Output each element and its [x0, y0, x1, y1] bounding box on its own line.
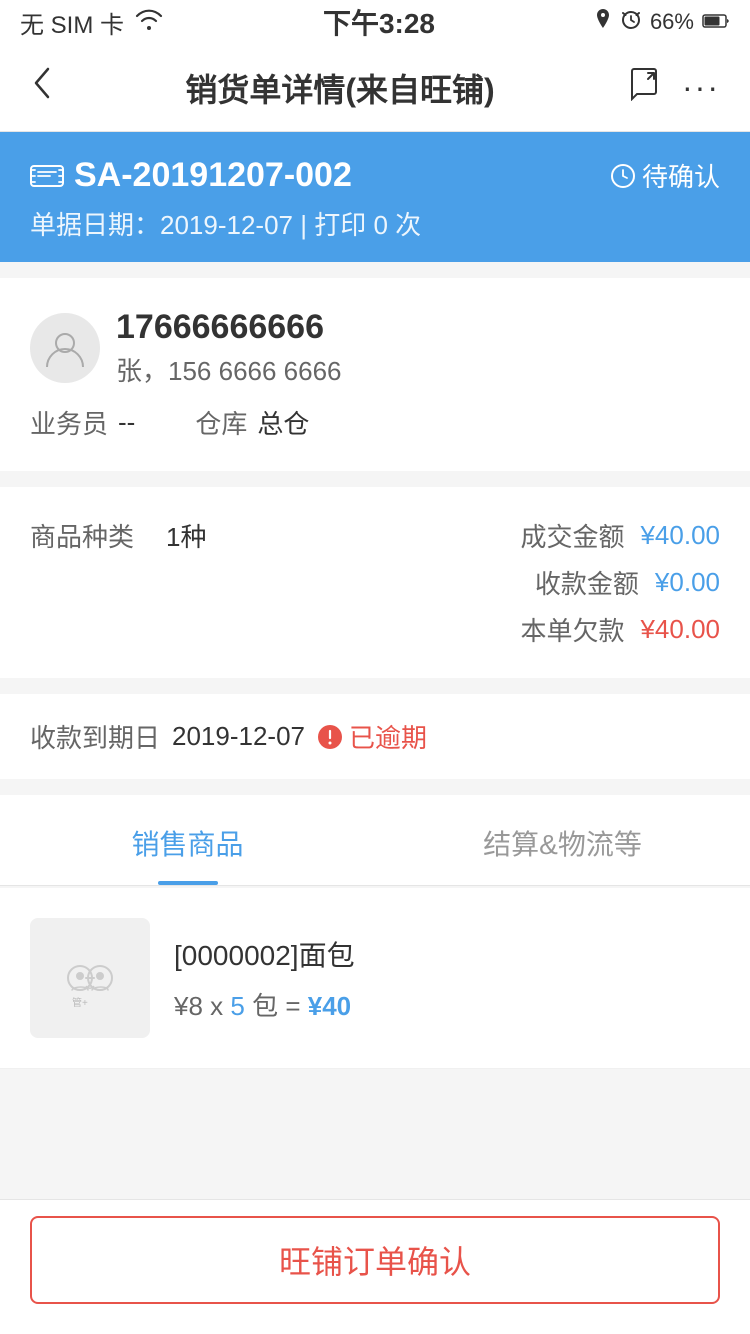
due-date-label: 收款到期日: [30, 718, 160, 755]
wifi-signal: [134, 8, 164, 37]
back-button[interactable]: [30, 63, 54, 112]
date-label: 单据日期：: [30, 210, 160, 240]
product-thumbnail: 管+: [30, 918, 150, 1038]
status-time: 下午3:28: [323, 2, 435, 42]
owed-value: ¥40.00: [640, 614, 720, 645]
transaction-value: ¥40.00: [640, 520, 720, 551]
product-list: 管+ [0000002]面包 ¥8 x 5 包 = ¥40: [0, 888, 750, 1069]
share-icon[interactable]: [626, 65, 662, 110]
quantity: 5: [230, 991, 244, 1021]
page-title: 销货单详情(来自旺铺): [185, 65, 494, 111]
due-date-section: 收款到期日 2019-12-07 已逾期: [0, 694, 750, 779]
product-name: [0000002]面包: [174, 934, 720, 974]
staff-label: 业务员: [30, 404, 108, 441]
owed-amount-row: 本单欠款 ¥40.00: [520, 611, 720, 648]
overdue-badge: 已逾期: [317, 718, 427, 755]
confirm-button[interactable]: 旺铺订单确认: [30, 1216, 720, 1304]
warehouse-label: 仓库: [195, 404, 247, 441]
status-text: 待确认: [642, 157, 720, 194]
warehouse-value: 总仓: [257, 404, 309, 441]
overdue-text: 已逾期: [349, 718, 427, 755]
order-date: 单据日期：2019-12-07 | 打印 0 次: [30, 205, 720, 242]
unit-price: ¥8: [174, 991, 203, 1021]
product-info: [0000002]面包 ¥8 x 5 包 = ¥40: [174, 934, 720, 1023]
sim-text: 无 SIM 卡: [20, 5, 124, 40]
avatar: [30, 313, 100, 383]
status-right: 66%: [594, 8, 730, 36]
svg-text:管+: 管+: [72, 996, 88, 1008]
due-date-value: 2019-12-07: [172, 721, 305, 752]
order-id-text: SA-20191207-002: [74, 156, 352, 195]
staff-value: --: [118, 407, 135, 438]
product-item: 管+ [0000002]面包 ¥8 x 5 包 = ¥40: [0, 888, 750, 1069]
customer-name: 张，156 6666 6666: [116, 351, 342, 388]
product-types-label: 商品种类: [30, 517, 134, 554]
tabs: 销售商品 结算&物流等: [0, 795, 750, 886]
print-info: 打印 0 次: [314, 210, 421, 240]
more-icon[interactable]: ···: [682, 69, 720, 106]
amounts-col: 成交金额 ¥40.00 收款金额 ¥0.00 本单欠款 ¥40.00: [520, 517, 720, 648]
order-status: 待确认: [610, 157, 720, 194]
customer-details: 业务员 -- 仓库 总仓: [30, 404, 720, 441]
location-icon: [594, 8, 612, 36]
customer-phone: 17666666666: [116, 308, 342, 347]
customer-section: 17666666666 张，156 6666 6666 业务员 -- 仓库 总仓: [0, 278, 750, 471]
battery-percent: 66%: [650, 9, 694, 35]
received-amount-row: 收款金额 ¥0.00: [535, 564, 720, 601]
received-value: ¥0.00: [655, 567, 720, 598]
owed-label: 本单欠款: [520, 611, 624, 648]
bottom-bar: 旺铺订单确认: [0, 1199, 750, 1334]
tab-products[interactable]: 销售商品: [0, 795, 375, 885]
content-area: 管+ [0000002]面包 ¥8 x 5 包 = ¥40: [0, 888, 750, 1189]
transaction-amount-row: 成交金额 ¥40.00: [520, 517, 720, 554]
nav-actions: ···: [626, 65, 720, 110]
battery-icon: [702, 9, 730, 35]
transaction-label: 成交金额: [520, 517, 624, 554]
alarm-icon: [620, 8, 642, 36]
status-left: 无 SIM 卡: [20, 5, 164, 40]
product-types-value: 1种: [166, 517, 206, 554]
product-types: 商品种类 1种: [30, 517, 206, 554]
product-price-row: ¥8 x 5 包 = ¥40: [174, 986, 720, 1023]
amount-section: 商品种类 1种 成交金额 ¥40.00 收款金额 ¥0.00 本单欠款 ¥40.…: [0, 487, 750, 678]
status-bar: 无 SIM 卡 下午3:28 66%: [0, 0, 750, 44]
unit: 包: [252, 991, 278, 1021]
total-price: ¥40: [308, 991, 351, 1021]
received-label: 收款金额: [535, 564, 639, 601]
order-id: SA-20191207-002: [30, 156, 352, 195]
order-header: SA-20191207-002 待确认 单据日期：2019-12-07 | 打印…: [0, 132, 750, 262]
nav-bar: 销货单详情(来自旺铺) ···: [0, 44, 750, 132]
date-value: 2019-12-07: [160, 210, 293, 240]
tab-settlement[interactable]: 结算&物流等: [375, 795, 750, 885]
